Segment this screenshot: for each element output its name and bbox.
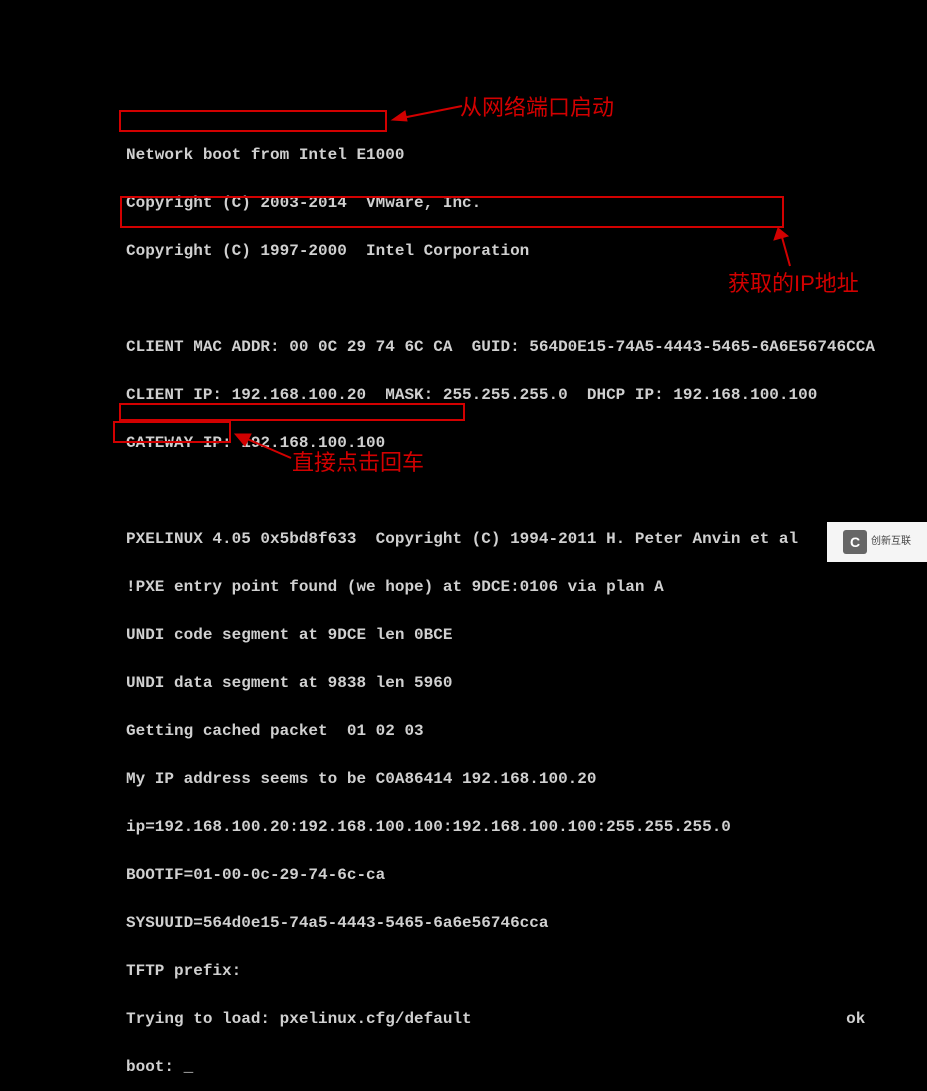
- terminal-line: SYSUUID=564d0e15-74a5-4443-5465-6a6e5674…: [126, 915, 875, 931]
- annotation-press-enter: 直接点击回车: [292, 445, 424, 477]
- terminal-line: Getting cached packet 01 02 03: [126, 723, 875, 739]
- terminal-line: Trying to load: pxelinux.cfg/default ok: [126, 1011, 875, 1027]
- watermark-text: 创新互联: [871, 537, 911, 547]
- terminal-line: ip=192.168.100.20:192.168.100.100:192.16…: [126, 819, 875, 835]
- terminal-line: Copyright (C) 2003-2014 VMware, Inc.: [126, 195, 875, 211]
- arrow-icon: [387, 96, 467, 126]
- terminal-line: !PXE entry point found (we hope) at 9DCE…: [126, 579, 875, 595]
- terminal-line: Network boot from Intel E1000: [126, 147, 875, 163]
- arrow-icon: [760, 228, 800, 278]
- boot-prompt[interactable]: boot: _: [126, 1059, 875, 1075]
- terminal-line: CLIENT IP: 192.168.100.20 MASK: 255.255.…: [126, 387, 875, 403]
- terminal-line: TFTP prefix:: [126, 963, 875, 979]
- arrow-icon: [231, 430, 296, 465]
- terminal-line: UNDI code segment at 9DCE len 0BCE: [126, 627, 875, 643]
- watermark-logo-icon: C: [843, 530, 867, 554]
- terminal-line: PXELINUX 4.05 0x5bd8f633 Copyright (C) 1…: [126, 531, 875, 547]
- terminal-line: UNDI data segment at 9838 len 5960: [126, 675, 875, 691]
- terminal-line: CLIENT MAC ADDR: 00 0C 29 74 6C CA GUID:…: [126, 339, 875, 355]
- annotation-network-boot: 从网络端口启动: [460, 90, 614, 122]
- watermark: C 创新互联: [827, 522, 927, 562]
- terminal-line: [126, 483, 875, 499]
- terminal-line: BOOTIF=01-00-0c-29-74-6c-ca: [126, 867, 875, 883]
- terminal-line: My IP address seems to be C0A86414 192.1…: [126, 771, 875, 787]
